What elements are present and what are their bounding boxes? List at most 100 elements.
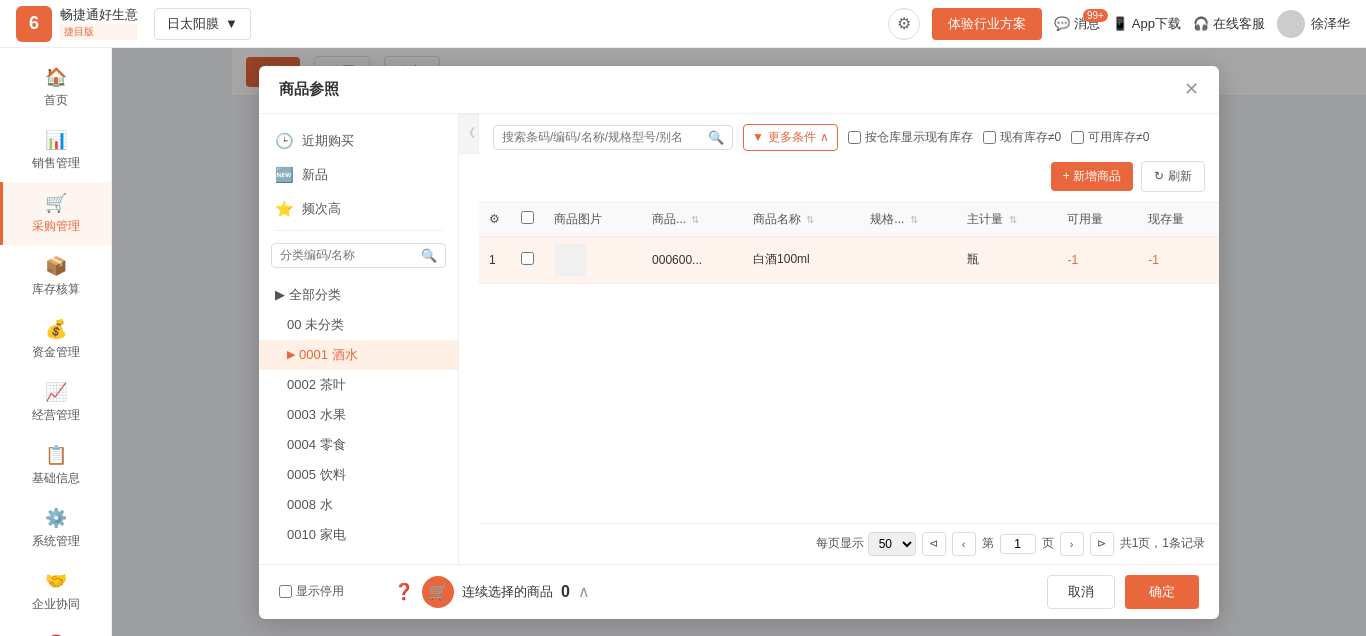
modal-right-panel: 🔍 ▼ 更多条件 ∧ 按仓库显示现有库存: [479, 114, 1219, 564]
product-search-input[interactable]: [502, 130, 702, 144]
sidebar-item-inventory[interactable]: 📦 库存核算: [0, 245, 111, 308]
left-nav-new[interactable]: 🆕 新品: [259, 158, 458, 192]
purchase-icon: 🛒: [45, 192, 67, 214]
row-checkbox-cell[interactable]: [511, 236, 544, 283]
online-service-nav-item[interactable]: 🎧 在线客服: [1193, 15, 1265, 33]
confirm-button[interactable]: 确定: [1125, 575, 1199, 609]
active-category-arrow: ▶: [287, 348, 295, 361]
sidebar-item-purchase[interactable]: 🛒 采购管理: [0, 182, 111, 245]
category-beverage-label: 0005 饮料: [287, 466, 346, 484]
sidebar-item-sales[interactable]: 📊 销售管理: [0, 119, 111, 182]
product-reference-modal: 商品参照 ✕ 🕒 近期购买 🆕: [259, 66, 1219, 619]
page-next-button[interactable]: ›: [1060, 532, 1084, 556]
category-liquor-label: 0001 酒水: [299, 346, 358, 364]
sidebar-label-basic-info: 基础信息: [32, 470, 80, 487]
refresh-label: 刷新: [1168, 168, 1192, 185]
category-item-snack[interactable]: 0004 零食: [259, 430, 458, 460]
collapse-selected-icon[interactable]: ∧: [578, 582, 590, 601]
page-prev-button[interactable]: ‹: [952, 532, 976, 556]
available-checkbox[interactable]: [983, 131, 996, 144]
frequent-icon: ⭐: [275, 200, 294, 218]
table-settings-icon: ⚙: [489, 212, 500, 226]
col-spec-label: 规格...: [870, 212, 904, 226]
more-filter-button[interactable]: ▼ 更多条件 ∧: [743, 124, 838, 151]
sales-icon: 📊: [45, 129, 67, 151]
left-nav-frequent[interactable]: ⭐ 频次高: [259, 192, 458, 226]
trial-button[interactable]: 体验行业方案: [932, 8, 1042, 40]
message-nav-item[interactable]: 💬 消息 99+: [1054, 15, 1100, 33]
page-number-input[interactable]: [1000, 534, 1036, 554]
usable-filter-label: 可用库存≠0: [1088, 129, 1149, 146]
col-settings[interactable]: ⚙: [479, 203, 511, 237]
top-nav: 6 畅捷通好生意 捷目版 日太阳膜 ▼ ⚙ 体验行业方案 💬 消息 99+ 📱 …: [0, 0, 1366, 48]
message-badge: 99+: [1083, 9, 1108, 22]
show-disabled-checkbox[interactable]: [279, 585, 292, 598]
app-download-nav-item[interactable]: 📱 App下载: [1112, 15, 1181, 33]
refresh-table-button[interactable]: ↻ 刷新: [1141, 161, 1205, 192]
sidebar: 🏠 首页 📊 销售管理 🛒 采购管理 📦 库存核算 💰 资金管理 📈 经营管理 …: [0, 48, 112, 636]
sidebar-item-collab[interactable]: 🤝 企业协同: [0, 560, 111, 623]
recent-icon: 🕒: [275, 132, 294, 150]
basic-info-icon: 📋: [45, 444, 67, 466]
per-page-select[interactable]: 50: [868, 532, 916, 556]
category-search-input[interactable]: [280, 248, 417, 262]
category-item-beverage[interactable]: 0005 饮料: [259, 460, 458, 490]
modal-header: 商品参照 ✕: [259, 66, 1219, 114]
category-item-liquor[interactable]: ▶ 0001 酒水: [259, 340, 458, 370]
show-disabled-label[interactable]: 显示停用: [279, 583, 344, 600]
sidebar-item-guide[interactable]: 🎯 新手引导: [0, 623, 111, 636]
user-area[interactable]: 徐泽华: [1277, 10, 1350, 38]
filter-label: 更多条件: [768, 129, 816, 146]
usable-filter[interactable]: 可用库存≠0: [1071, 129, 1149, 146]
category-item-fruit[interactable]: 0003 水果: [259, 400, 458, 430]
inventory-icon: 📦: [45, 255, 67, 277]
app-download-label: App下载: [1132, 15, 1181, 33]
row-index: 1: [479, 236, 511, 283]
message-icon: 💬: [1054, 16, 1070, 31]
category-item-tea[interactable]: 0002 茶叶: [259, 370, 458, 400]
col-code[interactable]: 商品... ⇅: [642, 203, 743, 237]
col-unit[interactable]: 主计量 ⇅: [957, 203, 1057, 237]
warehouse-filter[interactable]: 按仓库显示现有库存: [848, 129, 973, 146]
per-page-select-area: 每页显示 50: [816, 532, 916, 556]
category-item-water[interactable]: 0008 水: [259, 490, 458, 520]
col-spec[interactable]: 规格... ⇅: [860, 203, 957, 237]
cart-icon: 🛒: [422, 576, 454, 608]
footer-right: 取消 确定: [1047, 575, 1199, 609]
modal-body: 🕒 近期购买 🆕 新品 ⭐ 频次高: [259, 114, 1219, 564]
usable-checkbox[interactable]: [1071, 131, 1084, 144]
row-name-cell: 白酒100ml: [743, 236, 860, 283]
row-checkbox[interactable]: [521, 252, 534, 265]
left-nav-recent[interactable]: 🕒 近期购买: [259, 124, 458, 158]
online-service-label: 在线客服: [1213, 15, 1265, 33]
table-row[interactable]: 1 000600... 白酒100ml: [479, 236, 1219, 283]
collapse-left-panel-button[interactable]: 《: [459, 114, 479, 154]
sidebar-item-basic-info[interactable]: 📋 基础信息: [0, 434, 111, 497]
select-all-checkbox[interactable]: [521, 211, 534, 224]
category-item-uncategorized[interactable]: 00 未分类: [259, 310, 458, 340]
page-last-button[interactable]: ⊳: [1090, 532, 1114, 556]
store-selector[interactable]: 日太阳膜 ▼: [154, 8, 251, 40]
add-product-button[interactable]: + 新增商品: [1051, 162, 1133, 191]
sidebar-item-operations[interactable]: 📈 经营管理: [0, 371, 111, 434]
gear-button[interactable]: ⚙: [888, 8, 920, 40]
page-label-suffix: 页: [1042, 535, 1054, 552]
col-name[interactable]: 商品名称 ⇅: [743, 203, 860, 237]
cancel-button[interactable]: 取消: [1047, 575, 1115, 609]
col-checkbox[interactable]: [511, 203, 544, 237]
sidebar-item-home[interactable]: 🏠 首页: [0, 56, 111, 119]
logo-icon: 6: [16, 6, 52, 42]
page-total-label: 共1页，1条记录: [1120, 535, 1205, 552]
left-nav-recent-label: 近期购买: [302, 132, 354, 150]
warehouse-checkbox[interactable]: [848, 131, 861, 144]
category-item-appliance[interactable]: 0010 家电: [259, 520, 458, 550]
row-available-cell: -1: [1057, 236, 1138, 283]
category-search-bar: 🔍: [271, 243, 446, 268]
category-item-all[interactable]: ▶ 全部分类: [259, 280, 458, 310]
page-first-button[interactable]: ⊲: [922, 532, 946, 556]
modal-close-button[interactable]: ✕: [1184, 80, 1199, 98]
available-filter[interactable]: 现有库存≠0: [983, 129, 1061, 146]
sidebar-item-finance[interactable]: 💰 资金管理: [0, 308, 111, 371]
sidebar-item-system[interactable]: ⚙️ 系统管理: [0, 497, 111, 560]
download-icon: 📱: [1112, 16, 1128, 31]
